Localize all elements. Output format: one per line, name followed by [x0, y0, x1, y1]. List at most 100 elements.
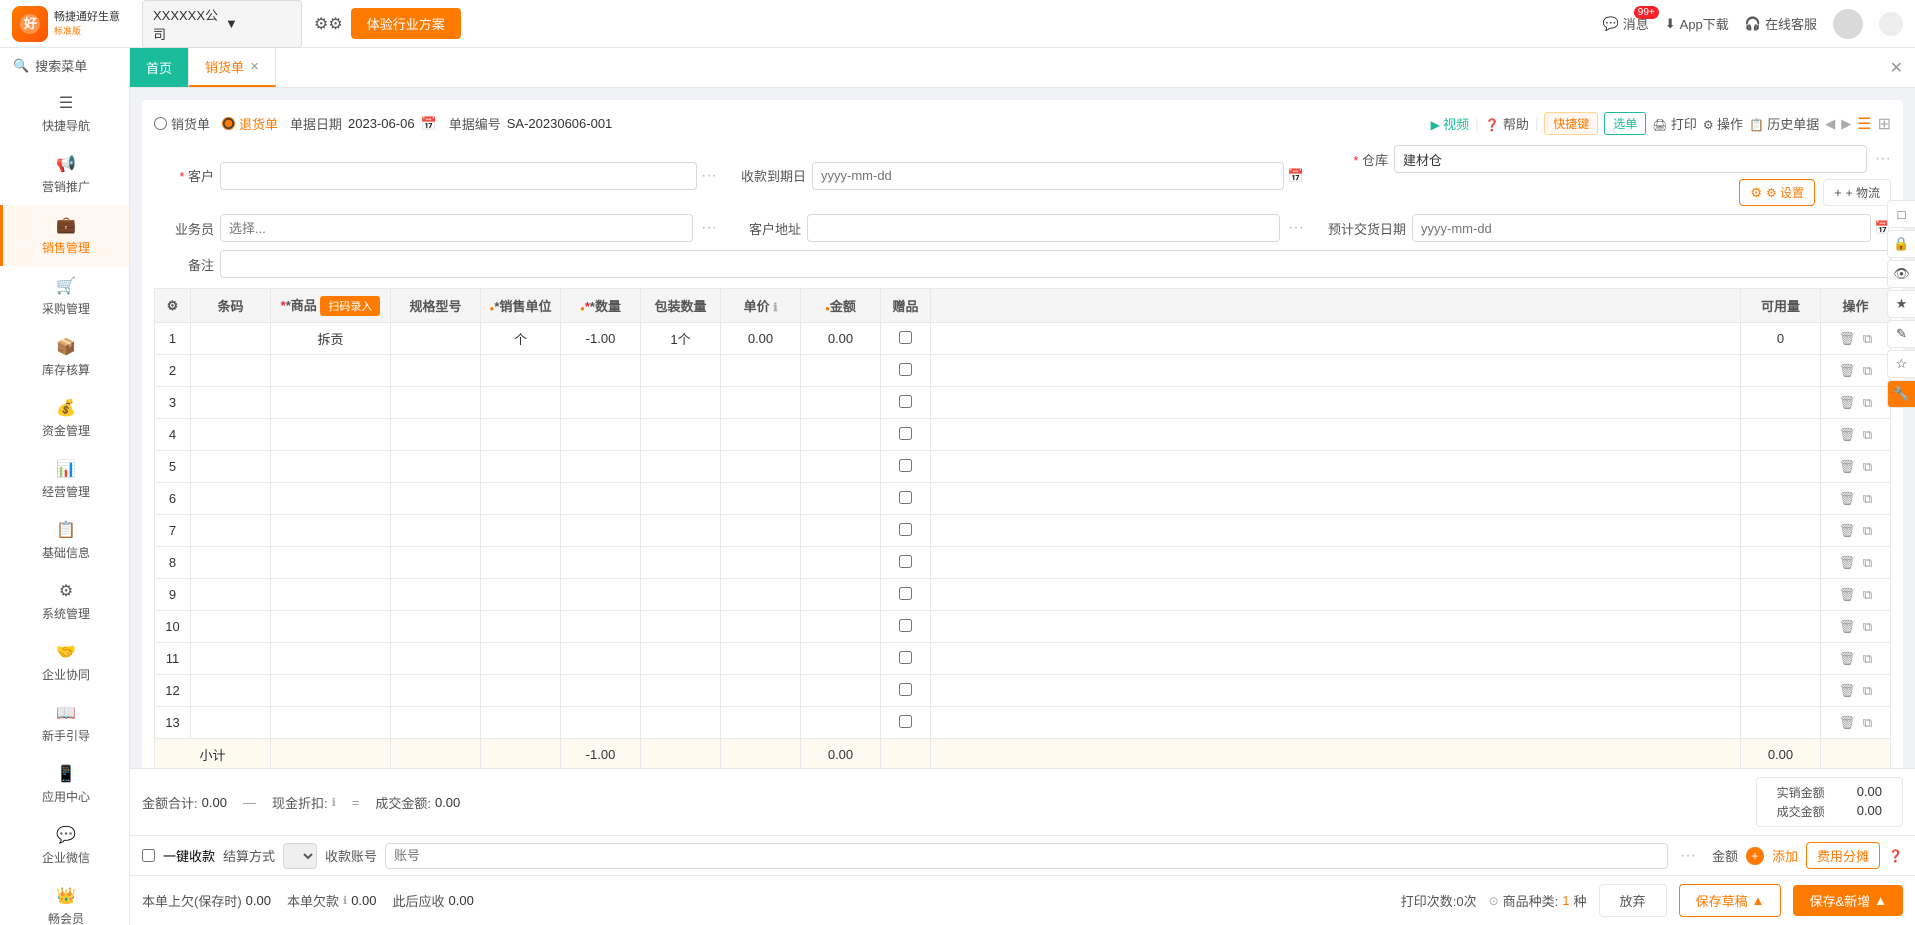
row-gift-11[interactable]: [881, 643, 931, 675]
row-pack-qty-1[interactable]: 1个: [641, 323, 721, 355]
next-icon[interactable]: ▶: [1841, 116, 1851, 132]
float-btn-6[interactable]: ☆: [1887, 350, 1915, 378]
row-qty-5[interactable]: [561, 451, 641, 483]
row-product-5[interactable]: [271, 451, 391, 483]
row-spec-6[interactable]: [391, 483, 481, 515]
row-gift-3[interactable]: [881, 387, 931, 419]
row-unit-10[interactable]: [481, 611, 561, 643]
calendar-icon[interactable]: 📅: [421, 116, 437, 132]
row-unit-6[interactable]: [481, 483, 561, 515]
customer-addr-input[interactable]: [807, 214, 1280, 242]
row-pack-qty-10[interactable]: [641, 611, 721, 643]
row-pack-qty-12[interactable]: [641, 675, 721, 707]
row-price-7[interactable]: [721, 515, 801, 547]
online-service-button[interactable]: 🎧 在线客服: [1745, 14, 1817, 33]
sidebar-item-management[interactable]: 📊 经营管理: [0, 449, 129, 510]
float-btn-1[interactable]: □: [1887, 200, 1915, 228]
account-input[interactable]: [385, 843, 1668, 869]
row-product-13[interactable]: [271, 707, 391, 739]
row-product-7[interactable]: [271, 515, 391, 547]
row-barcode-6[interactable]: [191, 483, 271, 515]
row-product-3[interactable]: [271, 387, 391, 419]
row-qty-3[interactable]: [561, 387, 641, 419]
video-icon[interactable]: ▶ 视频: [1431, 114, 1470, 133]
row-qty-6[interactable]: [561, 483, 641, 515]
delete-row-icon-8[interactable]: 🗑: [1839, 555, 1856, 570]
expected-date-input[interactable]: [1412, 214, 1871, 242]
sidebar-item-wecom[interactable]: 💬 企业微信: [0, 815, 129, 876]
account-dots-icon[interactable]: ···: [1680, 847, 1696, 865]
row-barcode-2[interactable]: [191, 355, 271, 387]
row-qty-10[interactable]: [561, 611, 641, 643]
row-spec-1[interactable]: [391, 323, 481, 355]
prev-icon[interactable]: ◀: [1825, 116, 1835, 132]
float-btn-4[interactable]: ★: [1887, 290, 1915, 318]
sidebar-item-quick-nav[interactable]: ☰ 快捷导航: [0, 83, 129, 144]
company-selector[interactable]: XXXXXX公司 ▼: [142, 0, 302, 48]
row-barcode-3[interactable]: [191, 387, 271, 419]
row-gift-12[interactable]: [881, 675, 931, 707]
warehouse-input[interactable]: [1394, 145, 1867, 173]
save-draft-chevron-icon[interactable]: ▲: [1752, 893, 1765, 908]
row-price-10[interactable]: [721, 611, 801, 643]
row-product-6[interactable]: [271, 483, 391, 515]
row-pack-qty-13[interactable]: [641, 707, 721, 739]
row-barcode-10[interactable]: [191, 611, 271, 643]
row-unit-9[interactable]: [481, 579, 561, 611]
copy-row-icon-2[interactable]: ⧉: [1863, 363, 1872, 378]
row-price-2[interactable]: [721, 355, 801, 387]
row-gift-6[interactable]: [881, 483, 931, 515]
row-gift-2[interactable]: [881, 355, 931, 387]
delete-row-icon-4[interactable]: 🗑: [1839, 427, 1856, 442]
price-info-icon[interactable]: ℹ: [773, 302, 777, 314]
row-qty-12[interactable]: [561, 675, 641, 707]
copy-row-icon-3[interactable]: ⧉: [1863, 395, 1872, 410]
salesperson-input[interactable]: [220, 214, 693, 242]
fee-split-button[interactable]: 费用分摊: [1806, 842, 1880, 869]
row-barcode-9[interactable]: [191, 579, 271, 611]
sidebar-item-app[interactable]: 📱 应用中心: [0, 754, 129, 815]
user-avatar-2[interactable]: [1879, 12, 1903, 36]
sidebar-item-system[interactable]: ⚙ 系统管理: [0, 571, 129, 632]
row-unit-2[interactable]: [481, 355, 561, 387]
row-unit-7[interactable]: [481, 515, 561, 547]
discard-button[interactable]: 放弃: [1599, 884, 1667, 917]
row-barcode-5[interactable]: [191, 451, 271, 483]
select-btn[interactable]: 选单: [1604, 112, 1646, 135]
float-btn-3[interactable]: 👁: [1887, 260, 1915, 288]
row-spec-7[interactable]: [391, 515, 481, 547]
sidebar-item-sales[interactable]: 💼 销售管理: [0, 205, 129, 266]
row-unit-5[interactable]: [481, 451, 561, 483]
sidebar-item-coop[interactable]: 🤝 企业协同: [0, 632, 129, 693]
customer-addr-dots-icon[interactable]: ···: [1288, 219, 1304, 237]
copy-row-icon-13[interactable]: ⧉: [1863, 715, 1872, 730]
payment-date-calendar-icon[interactable]: 📅: [1288, 168, 1304, 184]
help-discount-icon[interactable]: ℹ: [332, 796, 336, 809]
row-price-9[interactable]: [721, 579, 801, 611]
row-gift-7[interactable]: [881, 515, 931, 547]
row-price-8[interactable]: [721, 547, 801, 579]
row-barcode-8[interactable]: [191, 547, 271, 579]
row-spec-4[interactable]: [391, 419, 481, 451]
row-gift-10[interactable]: [881, 611, 931, 643]
row-spec-9[interactable]: [391, 579, 481, 611]
row-unit-3[interactable]: [481, 387, 561, 419]
trial-button[interactable]: 体验行业方案: [351, 8, 461, 39]
sidebar-item-finance[interactable]: 💰 资金管理: [0, 388, 129, 449]
sidebar-item-search[interactable]: 🔍 搜索菜单: [0, 48, 129, 83]
row-spec-5[interactable]: [391, 451, 481, 483]
sidebar-item-inventory[interactable]: 📦 库存核算: [0, 327, 129, 388]
row-gift-1[interactable]: [881, 323, 931, 355]
row-product-12[interactable]: [271, 675, 391, 707]
print-btn[interactable]: 🖨 打印: [1652, 114, 1697, 133]
copy-row-icon-1[interactable]: ⧉: [1863, 331, 1872, 346]
row-gift-8[interactable]: [881, 547, 931, 579]
list-view-icon[interactable]: ☰: [1857, 114, 1871, 134]
copy-row-icon-10[interactable]: ⧉: [1863, 619, 1872, 634]
save-new-chevron-icon[interactable]: ▲: [1874, 893, 1887, 908]
grid-view-icon[interactable]: ⊞: [1878, 114, 1891, 134]
row-barcode-1[interactable]: [191, 323, 271, 355]
row-unit-4[interactable]: [481, 419, 561, 451]
row-gift-5[interactable]: [881, 451, 931, 483]
overdue-help-icon[interactable]: ℹ: [343, 894, 347, 907]
